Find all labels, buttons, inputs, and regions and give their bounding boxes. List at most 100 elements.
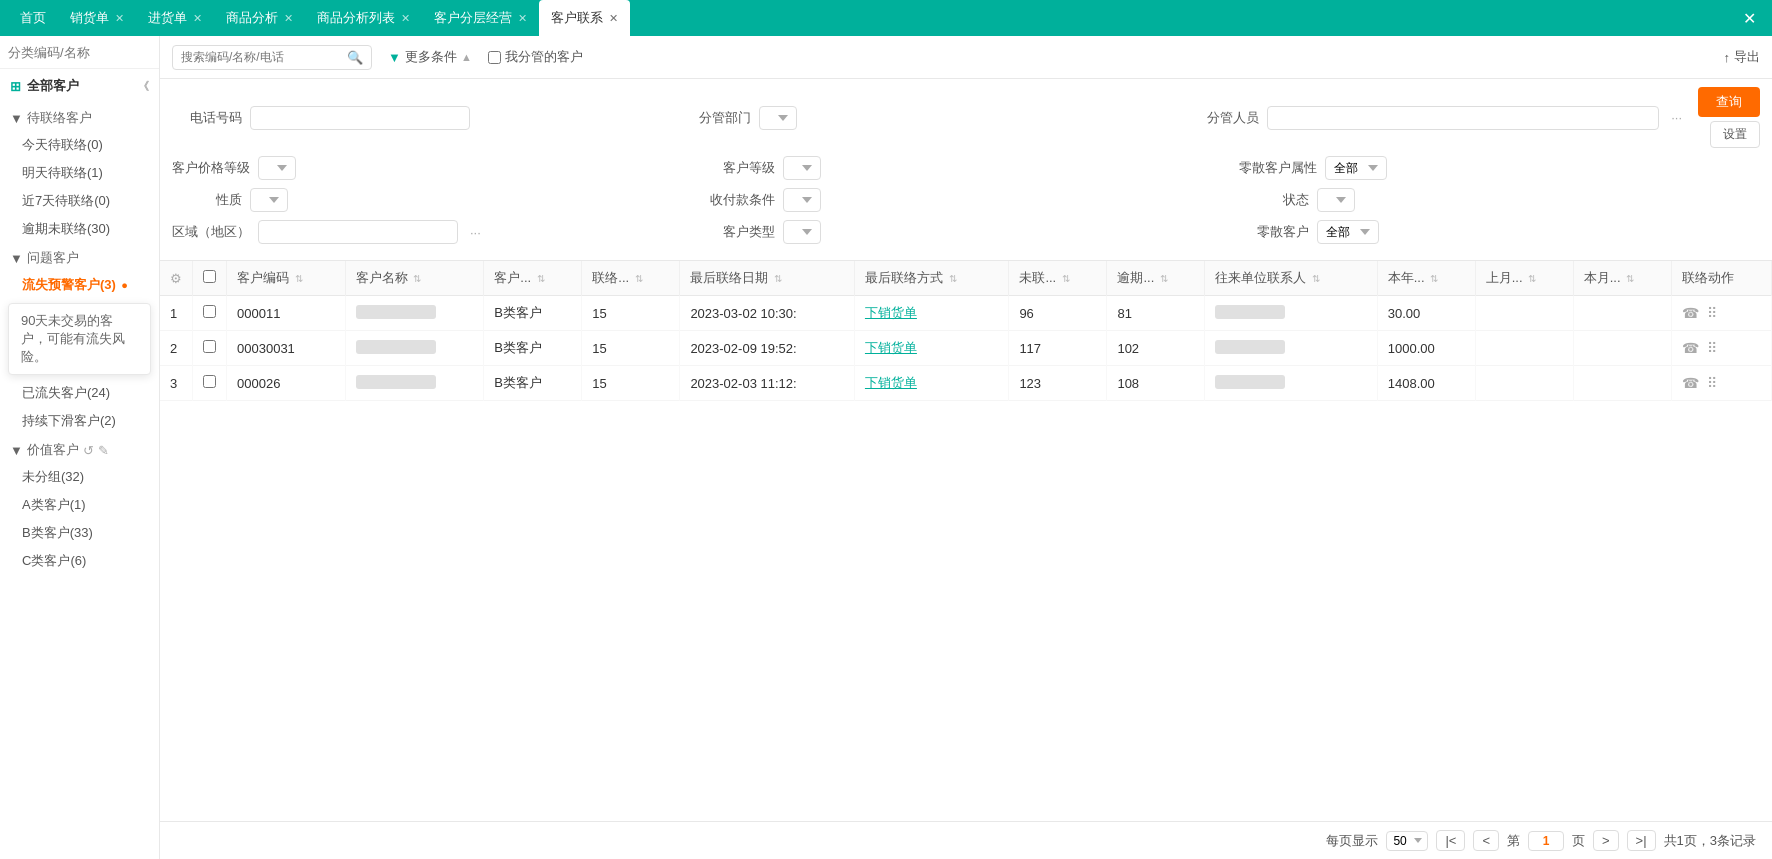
sidebar-item-churned[interactable]: 已流失客户(24) [0,379,159,407]
more-conditions-button[interactable]: ▼ 更多条件 ▲ [380,44,480,70]
sidebar-item-a-customers[interactable]: A类客户(1) [0,491,159,519]
th-unit-contact[interactable]: 往来单位联系人 ⇅ [1205,261,1377,296]
sidebar-item-ungroup[interactable]: 未分组(32) [0,463,159,491]
refresh-icon[interactable]: ↺ [83,443,94,458]
th-type[interactable]: 客户... ⇅ [484,261,582,296]
settings-gear-icon[interactable]: ⚙ [170,271,182,286]
action-contact-icon[interactable]: ☎ [1682,340,1699,356]
sidebar-item-tomorrow-pending[interactable]: 明天待联络(1) [0,159,159,187]
edit-icon[interactable]: ✎ [98,443,109,458]
tab-customer-tier[interactable]: 客户分层经营 ✕ [422,0,539,36]
close-tab-customer-tier[interactable]: ✕ [518,12,527,25]
last-method-link[interactable]: 下销货单 [865,340,917,355]
region-more-btn[interactable]: ··· [466,225,485,240]
section-problem-customers[interactable]: ▼ 问题客户 [0,243,159,271]
filter-region-input[interactable] [258,220,458,244]
sidebar-all-customers[interactable]: ⊞ 全部客户 《 [0,69,159,103]
query-settings-group: 查询 设置 [1698,87,1760,148]
close-tab-purchase-order[interactable]: ✕ [193,12,202,25]
th-last-month[interactable]: 上月... ⇅ [1475,261,1573,296]
filter-price-level-select[interactable] [258,156,296,180]
filter-payment-select[interactable] [783,188,821,212]
first-page-button[interactable]: |< [1436,830,1465,851]
sidebar-item-c-customers[interactable]: C类客户(6) [0,547,159,575]
sidebar-search-input[interactable] [8,45,160,60]
close-window-button[interactable]: ✕ [1735,9,1764,28]
filter-price-level-field: 客户价格等级 [172,156,693,180]
action-contact-icon[interactable]: ☎ [1682,305,1699,321]
action-more-icon[interactable]: ⠿ [1707,305,1717,321]
cell-this-month [1573,331,1671,366]
content-area: 🔍 ▼ 更多条件 ▲ 我分管的客户 ↑ 导出 电话号码 [160,36,1772,859]
cell-action: ☎ ⠿ [1671,296,1771,331]
sidebar-item-overdue-pending[interactable]: 逾期未联络(30) [0,215,159,243]
my-customers-checkbox-label[interactable]: 我分管的客户 [488,48,583,66]
th-not-contacted[interactable]: 未联... ⇅ [1009,261,1107,296]
tab-sales-order[interactable]: 销货单 ✕ [58,0,136,36]
export-button[interactable]: ↑ 导出 [1724,48,1761,66]
action-more-icon[interactable]: ⠿ [1707,375,1717,391]
page-size-select[interactable]: 50 [1386,831,1428,851]
action-contact-icon[interactable]: ☎ [1682,375,1699,391]
last-method-link[interactable]: 下销货单 [865,305,917,320]
th-code[interactable]: 客户编码 ⇅ [227,261,346,296]
tab-purchase-order[interactable]: 进货单 ✕ [136,0,214,36]
close-tab-product-analysis-list[interactable]: ✕ [401,12,410,25]
my-customers-checkbox[interactable] [488,51,501,64]
sidebar-item-churn-warning[interactable]: 流失预警客户(3) ● [0,271,159,299]
row-checkbox[interactable] [203,340,216,353]
sidebar-item-declining[interactable]: 持续下滑客户(2) [0,407,159,435]
th-this-year[interactable]: 本年... ⇅ [1377,261,1475,296]
th-name[interactable]: 客户名称 ⇅ [345,261,484,296]
action-more-icon[interactable]: ⠿ [1707,340,1717,356]
close-tab-customer-contact[interactable]: ✕ [609,12,618,25]
prev-page-button[interactable]: < [1473,830,1499,851]
filter-gender-select[interactable] [250,188,288,212]
row-checkbox[interactable] [203,305,216,318]
filter-dept-select[interactable] [759,106,797,130]
tab-product-analysis[interactable]: 商品分析 ✕ [214,0,305,36]
th-overdue[interactable]: 逾期... ⇅ [1107,261,1205,296]
sidebar-item-week-pending[interactable]: 近7天待联络(0) [0,187,159,215]
th-this-month[interactable]: 本月... ⇅ [1573,261,1671,296]
filter-row-1: 电话号码 分管部门 分管人员 ··· 查询 [172,87,1760,148]
cell-last-month [1475,331,1573,366]
filter-customer-type-select[interactable] [783,220,821,244]
filter-gender-field: 性质 [172,188,693,212]
row-checkbox[interactable] [203,375,216,388]
sidebar-item-b-customers[interactable]: B类客户(33) [0,519,159,547]
next-page-button[interactable]: > [1593,830,1619,851]
table-header-row: ⚙ 客户编码 ⇅ 客户名称 ⇅ [160,261,1772,296]
select-all-checkbox[interactable] [203,270,216,283]
last-method-link[interactable]: 下销货单 [865,375,917,390]
settings-button[interactable]: 设置 [1710,121,1760,148]
close-tab-product-analysis[interactable]: ✕ [284,12,293,25]
th-contact[interactable]: 联络... ⇅ [582,261,680,296]
filter-zero-customer-wrap: 全部 [1317,220,1760,244]
th-last-method[interactable]: 最后联络方式 ⇅ [854,261,1008,296]
filter-customer-level-select[interactable] [783,156,821,180]
search-submit-icon[interactable]: 🔍 [347,50,363,65]
section-value-customers[interactable]: ▼ 价值客户 ↺ ✎ [0,435,159,463]
tab-product-analysis-list[interactable]: 商品分析列表 ✕ [305,0,422,36]
collapse-icon[interactable]: 《 [138,79,149,94]
tab-home[interactable]: 首页 [8,0,58,36]
section-pending-contact[interactable]: ▼ 待联络客户 [0,103,159,131]
filter-customer-type-field: 客户类型 [705,220,1226,244]
last-page-button[interactable]: >| [1627,830,1656,851]
sidebar-item-today-pending[interactable]: 今天待联络(0) [0,131,159,159]
filter-zero-customer-select[interactable]: 全部 [1317,220,1379,244]
cell-unit-contact [1205,331,1377,366]
filter-phone-input[interactable] [250,106,470,130]
query-button[interactable]: 查询 [1698,87,1760,117]
tab-customer-contact[interactable]: 客户联系 ✕ [539,0,630,36]
search-input[interactable] [181,50,347,64]
cell-name [345,331,484,366]
close-tab-sales-order[interactable]: ✕ [115,12,124,25]
manager-more-btn[interactable]: ··· [1667,110,1686,125]
th-last-date[interactable]: 最后联络日期 ⇅ [680,261,855,296]
filter-status-select[interactable] [1317,188,1355,212]
filter-zero-attr-select[interactable]: 全部 [1325,156,1387,180]
page-number-input[interactable] [1528,831,1564,851]
filter-manager-input[interactable] [1267,106,1659,130]
